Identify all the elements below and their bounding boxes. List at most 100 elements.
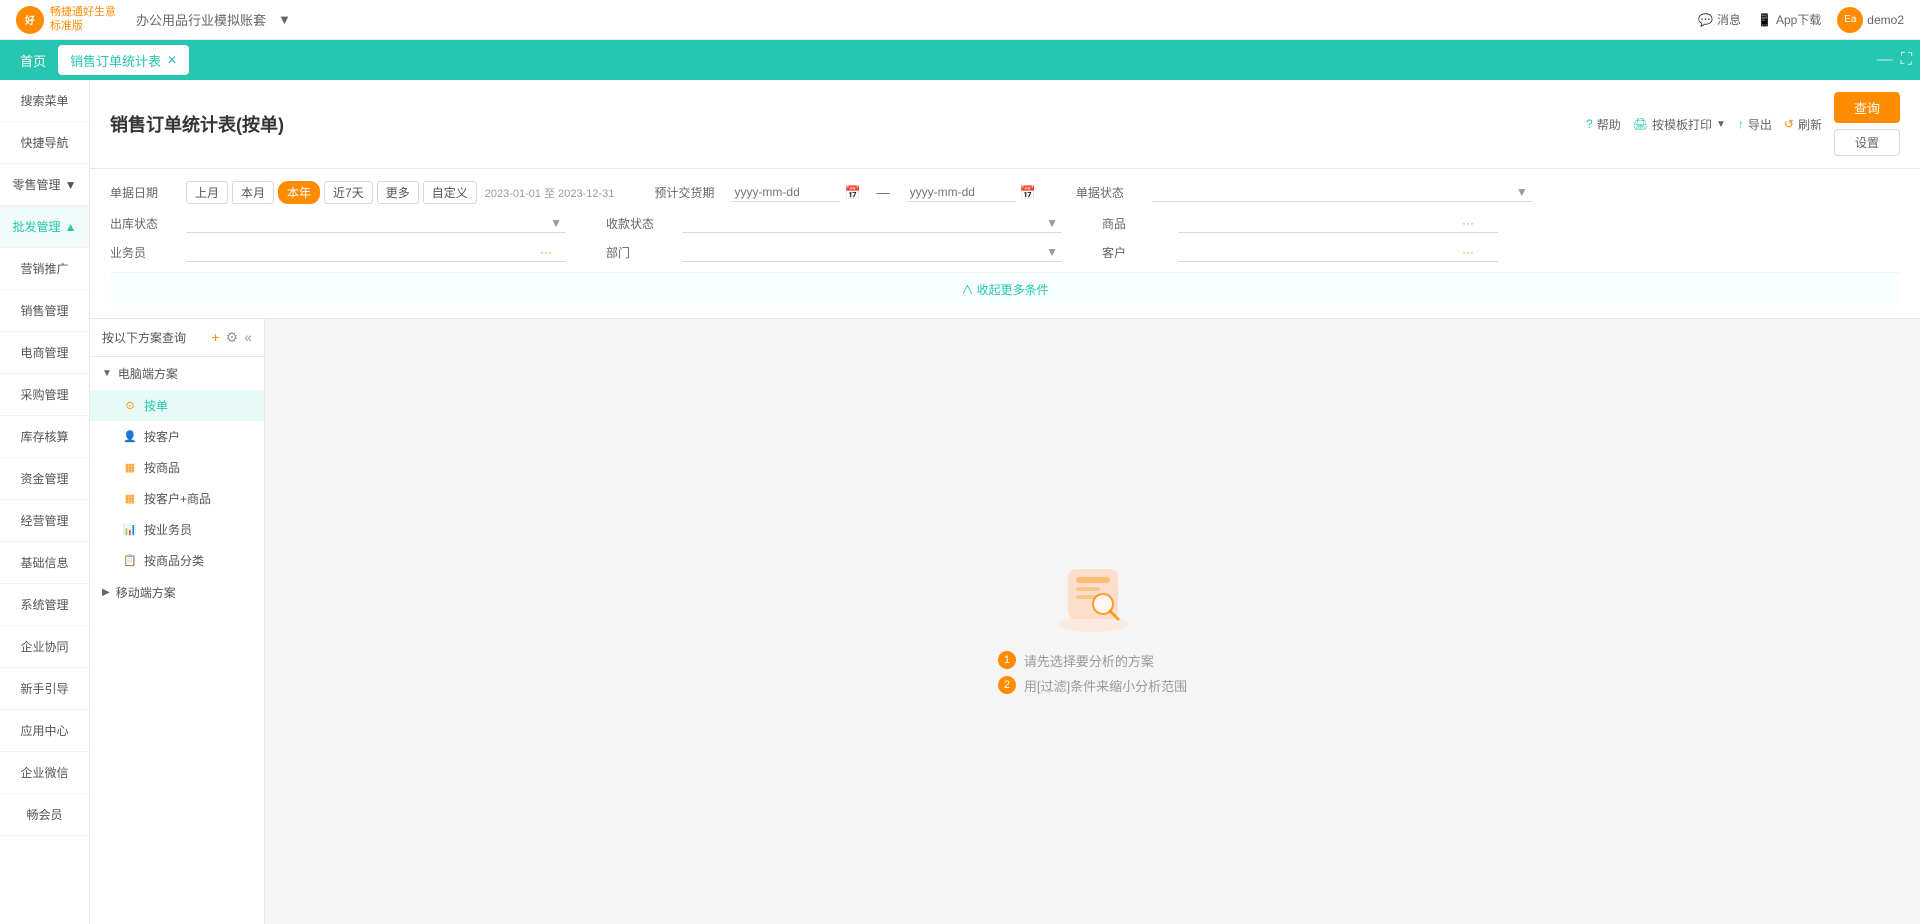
calendar-from-icon[interactable]: 📅 bbox=[844, 185, 860, 201]
page-header: 销售订单统计表(按单) ? 帮助 🖨 按模板打印 ▼ ↑ 导出 ↺ 刷新 bbox=[90, 80, 1920, 169]
payment-status-label: 收款状态 bbox=[606, 215, 666, 232]
refresh-btn[interactable]: ↺ 刷新 bbox=[1784, 116, 1822, 133]
expected-delivery-from-input[interactable] bbox=[730, 183, 840, 202]
panel-header: 按以下方案查询 + ⚙ « bbox=[90, 319, 264, 357]
hint-2-num: 2 bbox=[998, 676, 1016, 694]
sidebar-item-system[interactable]: 系统管理 bbox=[0, 584, 89, 626]
sales-rep-label: 业务员 bbox=[110, 244, 170, 261]
sales-rep-input-group: ··· bbox=[186, 243, 566, 262]
top-bar-left: 好 畅捷通好生意 标准版 办公用品行业模拟账套 ▼ bbox=[16, 6, 291, 34]
help-btn[interactable]: ? 帮助 bbox=[1586, 116, 1621, 133]
sidebar-item-operation[interactable]: 经营管理 bbox=[0, 500, 89, 542]
sidebar-item-wechat[interactable]: 企业微信 bbox=[0, 752, 89, 794]
sidebar-item-finance[interactable]: 资金管理 bbox=[0, 458, 89, 500]
scheme-settings-icon[interactable]: ⚙ bbox=[226, 329, 239, 346]
tab-minimize-btn[interactable]: — bbox=[1877, 51, 1893, 69]
top-bar-title: 办公用品行业模拟账套 bbox=[136, 10, 266, 29]
refresh-icon: ↺ bbox=[1784, 117, 1794, 131]
query-button[interactable]: 查询 bbox=[1834, 92, 1900, 123]
dept-select[interactable]: ▼ bbox=[682, 243, 1062, 262]
top-bar-right: 💬 消息 📱 App下载 Ea demo2 bbox=[1698, 7, 1904, 33]
scheme-group-pc[interactable]: ▼ 电脑端方案 bbox=[90, 357, 264, 390]
sidebar: 搜索菜单 快捷导航 零售管理 ▼ 批发管理 ▲ 营销推广 销售管理 电商管理 采… bbox=[0, 80, 90, 924]
empty-state: 1 请先选择要分析的方案 2 用[过滤]条件来缩小分析范围 bbox=[265, 319, 1920, 924]
date-btn-custom[interactable]: 自定义 bbox=[423, 181, 477, 204]
setting-button[interactable]: 设置 bbox=[1834, 129, 1900, 156]
scheme-item-by-customer-goods[interactable]: ▦ 按客户+商品 bbox=[90, 483, 264, 514]
scheme-item-by-sales-rep[interactable]: 📊 按业务员 bbox=[90, 514, 264, 545]
expected-delivery-date-to: 📅 bbox=[906, 183, 1036, 202]
filter-row-2: 出库状态 ▼ 收款状态 ▼ 商品 ··· bbox=[110, 214, 1900, 233]
retail-arrow-icon: ▼ bbox=[65, 178, 77, 192]
app-download-btn[interactable]: 📱 App下载 bbox=[1757, 11, 1821, 28]
sidebar-item-quick-nav[interactable]: 快捷导航 bbox=[0, 122, 89, 164]
sidebar-item-inventory[interactable]: 库存核算 bbox=[0, 416, 89, 458]
scheme-item-by-goods[interactable]: ▦ 按商品 bbox=[90, 452, 264, 483]
pc-group-arrow-icon: ▼ bbox=[102, 368, 112, 379]
export-btn[interactable]: ↑ 导出 bbox=[1738, 116, 1772, 133]
expected-delivery-to-input[interactable] bbox=[906, 183, 1016, 202]
date-btn-last-month[interactable]: 上月 bbox=[186, 181, 228, 204]
sidebar-item-basic[interactable]: 基础信息 bbox=[0, 542, 89, 584]
print-dropdown-icon[interactable]: ▼ bbox=[1716, 119, 1726, 130]
date-btn-this-month[interactable]: 本月 bbox=[232, 181, 274, 204]
sidebar-item-sales[interactable]: 销售管理 bbox=[0, 290, 89, 332]
payment-status-select[interactable]: ▼ bbox=[682, 214, 1062, 233]
date-btn-more[interactable]: 更多 bbox=[377, 181, 419, 204]
export-icon: ↑ bbox=[1738, 117, 1744, 131]
tab-sales-order-stat[interactable]: 销售订单统计表 ✕ bbox=[58, 45, 189, 75]
sidebar-item-enterprise[interactable]: 企业协同 bbox=[0, 626, 89, 668]
goods-input[interactable] bbox=[1178, 214, 1458, 232]
payment-status-dropdown-icon: ▼ bbox=[1046, 216, 1058, 230]
sidebar-item-search[interactable]: 搜索菜单 bbox=[0, 80, 89, 122]
scheme-add-icon[interactable]: + bbox=[211, 329, 219, 346]
expected-delivery-date-from: 📅 bbox=[730, 183, 860, 202]
tab-maximize-btn[interactable]: ⛶ bbox=[1901, 51, 1912, 69]
tab-close-icon[interactable]: ✕ bbox=[167, 53, 177, 67]
sidebar-item-member[interactable]: 畅会员 bbox=[0, 794, 89, 836]
tab-home[interactable]: 首页 bbox=[8, 45, 58, 75]
logo-area: 好 畅捷通好生意 标准版 bbox=[16, 6, 116, 34]
customer-input[interactable] bbox=[1178, 243, 1458, 261]
sidebar-item-marketing[interactable]: 营销推广 bbox=[0, 248, 89, 290]
sidebar-item-app-center[interactable]: 应用中心 bbox=[0, 710, 89, 752]
date-btn-this-year[interactable]: 本年 bbox=[278, 181, 320, 204]
top-bar-dropdown-icon[interactable]: ▼ bbox=[278, 12, 291, 27]
scheme-item-by-order[interactable]: ⊙ 按单 bbox=[90, 390, 264, 421]
sales-rep-input[interactable] bbox=[186, 243, 536, 261]
filter-section: 单据日期 上月 本月 本年 近7天 更多 自定义 2023-01-01 至 20… bbox=[90, 169, 1920, 924]
customer-more-icon[interactable]: ··· bbox=[1462, 245, 1474, 259]
dept-dropdown-icon: ▼ bbox=[1046, 245, 1058, 259]
message-btn[interactable]: 💬 消息 bbox=[1698, 11, 1741, 28]
calendar-to-icon[interactable]: 📅 bbox=[1020, 185, 1036, 201]
tab-bar: 首页 销售订单统计表 ✕ — ⛶ bbox=[0, 40, 1920, 80]
sidebar-item-wholesale[interactable]: 批发管理 ▲ bbox=[0, 206, 89, 248]
date-btn-7days[interactable]: 近7天 bbox=[324, 181, 373, 204]
order-status-select[interactable]: ▼ bbox=[1152, 183, 1532, 202]
date-buttons-group: 上月 本月 本年 近7天 更多 自定义 2023-01-01 至 2023-12… bbox=[186, 181, 614, 204]
sales-rep-more-icon[interactable]: ··· bbox=[540, 245, 552, 259]
sidebar-item-ecommerce[interactable]: 电商管理 bbox=[0, 332, 89, 374]
ship-status-label: 出库状态 bbox=[110, 215, 170, 232]
content-area: 销售订单统计表(按单) ? 帮助 🖨 按模板打印 ▼ ↑ 导出 ↺ 刷新 bbox=[90, 80, 1920, 924]
sidebar-item-retail[interactable]: 零售管理 ▼ bbox=[0, 164, 89, 206]
action-buttons-group: 查询 设置 bbox=[1834, 92, 1900, 156]
sidebar-item-purchase[interactable]: 采购管理 bbox=[0, 374, 89, 416]
scheme-collapse-icon[interactable]: « bbox=[244, 329, 252, 346]
scheme-panel: 按以下方案查询 + ⚙ « ▼ 电脑端方案 ⊙ 按单 bbox=[90, 319, 265, 924]
print-icon: 🖨 bbox=[1633, 117, 1648, 131]
scheme-group-mobile[interactable]: ▶ 移动端方案 bbox=[90, 576, 264, 609]
user-profile[interactable]: Ea demo2 bbox=[1837, 7, 1904, 33]
by-customer-goods-icon: ▦ bbox=[122, 491, 138, 507]
filter-row-3: 业务员 ··· 部门 ▼ 客户 ··· bbox=[110, 243, 1900, 262]
panel-header-icons: + ⚙ « bbox=[211, 329, 252, 346]
template-print-btn[interactable]: 🖨 按模板打印 ▼ bbox=[1633, 116, 1726, 133]
sidebar-item-newbie[interactable]: 新手引导 bbox=[0, 668, 89, 710]
expected-delivery-label: 预计交货期 bbox=[654, 184, 714, 201]
ship-status-select[interactable]: ▼ bbox=[186, 214, 566, 233]
scheme-item-by-goods-category[interactable]: 📋 按商品分类 bbox=[90, 545, 264, 576]
goods-more-icon[interactable]: ··· bbox=[1462, 216, 1474, 230]
by-sales-rep-icon: 📊 bbox=[122, 522, 138, 538]
collapse-bar[interactable]: ∧ 收起更多条件 bbox=[110, 272, 1900, 306]
scheme-item-by-customer[interactable]: 👤 按客户 bbox=[90, 421, 264, 452]
